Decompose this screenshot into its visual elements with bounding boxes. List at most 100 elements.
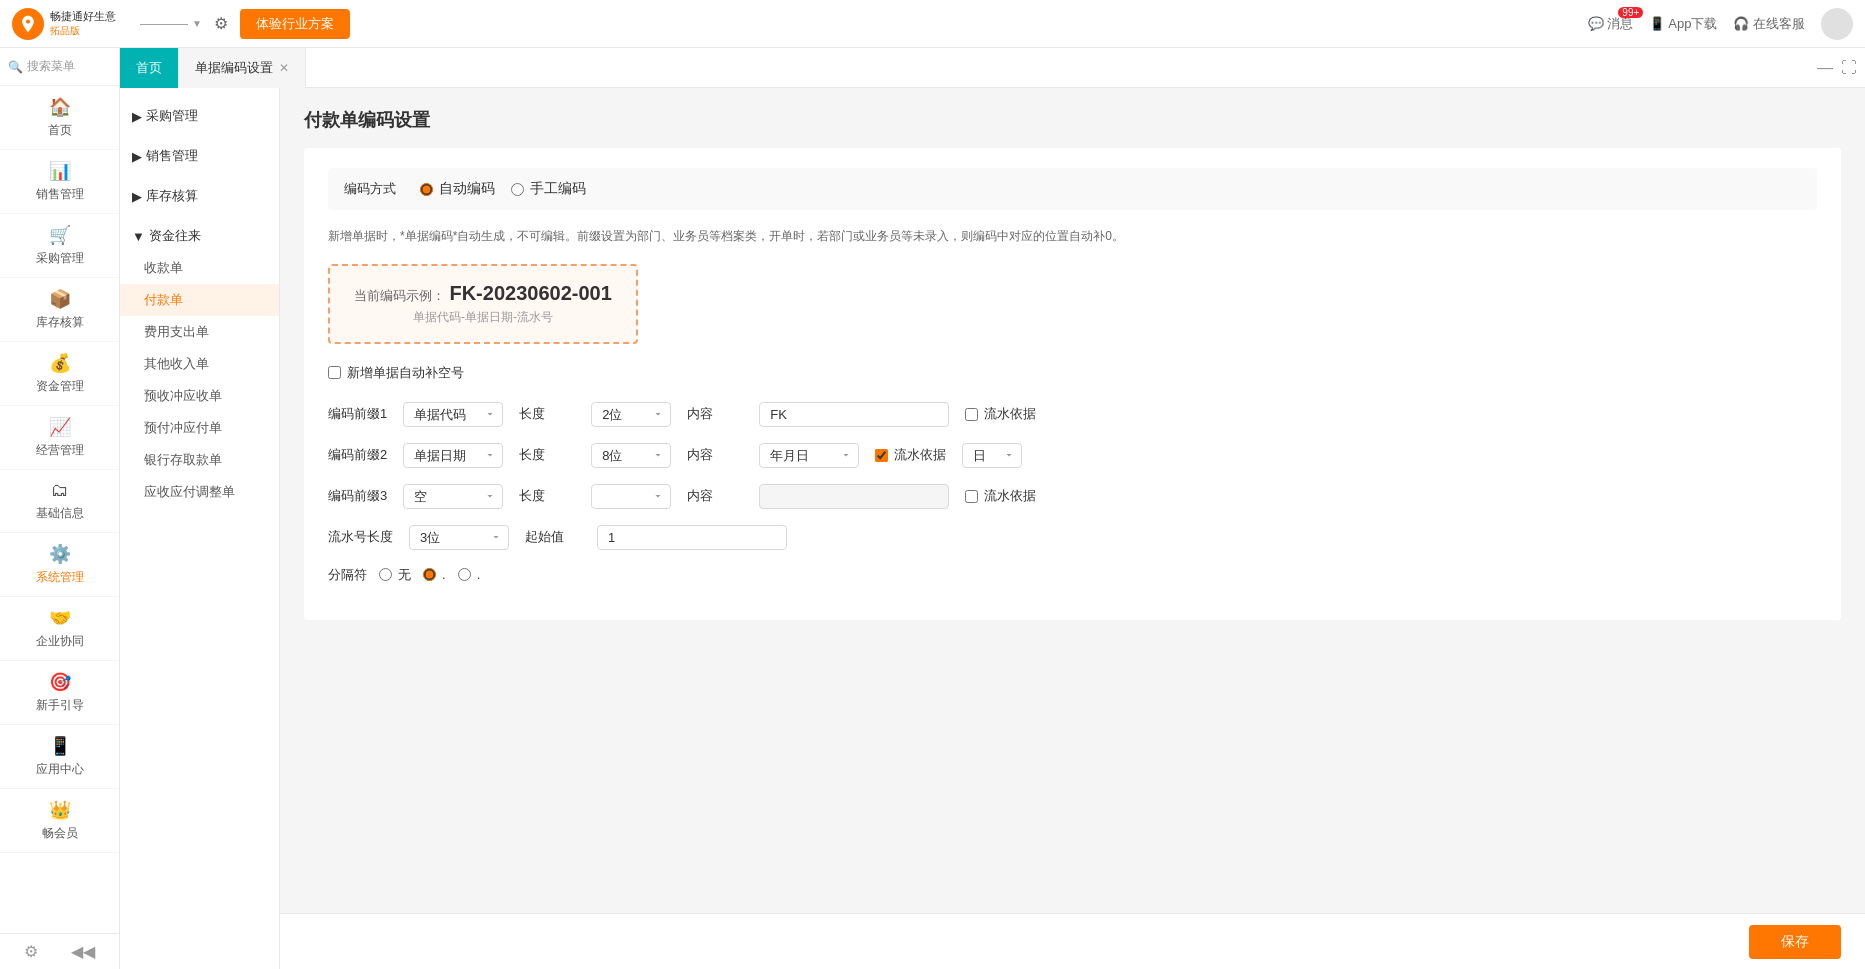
serial2-unit-select[interactable]: 日 (962, 443, 1022, 468)
trial-button[interactable]: 体验行业方案 (240, 9, 350, 39)
sub-item-ap-adjust[interactable]: 应收应付调整单 (120, 476, 279, 508)
start-value-input[interactable] (597, 525, 787, 550)
prefix1-select[interactable]: 单据代码 (403, 402, 503, 427)
auto-fill-checkbox[interactable] (328, 366, 341, 379)
sep-dot-option[interactable]: . (423, 567, 446, 582)
sub-item-prepay-payment[interactable]: 预付冲应付单 (120, 412, 279, 444)
prefix2-select[interactable]: 单据日期 (403, 443, 503, 468)
sep-dot-radio[interactable] (423, 568, 436, 581)
sub-item-expense[interactable]: 费用支出单 (120, 316, 279, 348)
sidebar-item-newguide[interactable]: 🎯 新手引导 (0, 661, 119, 725)
sep-none-radio[interactable] (379, 568, 392, 581)
auto-encode-radio[interactable] (420, 183, 433, 196)
sub-item-receipt[interactable]: 收款单 (120, 252, 279, 284)
online-service[interactable]: 🎧 在线客服 (1733, 15, 1805, 33)
sidebar-item-appcenter[interactable]: 📱 应用中心 (0, 725, 119, 789)
tab-close-icon[interactable]: ✕ (279, 61, 289, 75)
message-area[interactable]: 💬 消息 99+ (1588, 15, 1634, 33)
manual-encode-option[interactable]: 手工编码 (511, 180, 586, 198)
message-label: 消息 (1607, 16, 1633, 31)
sidebar-item-base[interactable]: 🗂 基础信息 (0, 470, 119, 533)
serial1-checkbox-label[interactable]: 流水依据 (965, 405, 1036, 423)
member-icon: 👑 (49, 799, 71, 821)
sidebar-item-business[interactable]: 📈 经营管理 (0, 406, 119, 470)
user-avatar[interactable] (1821, 8, 1853, 40)
sidebar-item-member[interactable]: 👑 畅会员 (0, 789, 119, 853)
encoding-type-row: 编码方式 自动编码 手工编码 (328, 168, 1817, 210)
headset-icon: 🎧 (1733, 16, 1749, 31)
content3-input[interactable] (759, 484, 949, 509)
sidebar-item-home[interactable]: 🏠 首页 (0, 86, 119, 150)
sub-item-payment[interactable]: 付款单 (120, 284, 279, 316)
sub-header-inventory[interactable]: ▶ 库存核算 (120, 180, 279, 212)
sub-item-bank-deposit[interactable]: 银行存取款单 (120, 444, 279, 476)
prefix1-label: 编码前缀1 (328, 405, 387, 423)
sidebar-item-label: 基础信息 (36, 505, 84, 522)
sep-none-label: 无 (398, 566, 411, 584)
content2-select[interactable]: 年月日 (759, 443, 859, 468)
sidebar-item-finance[interactable]: 💰 资金管理 (0, 342, 119, 406)
sidebar-item-sales[interactable]: 📊 销售管理 (0, 150, 119, 214)
sidebar-item-label: 库存核算 (36, 314, 84, 331)
main-layout: 🔍 搜索菜单 🏠 首页 📊 销售管理 🛒 采购管理 📦 库存核算 💰 资金管理 … (0, 48, 1865, 969)
serial-length-select[interactable]: 3位 (409, 525, 509, 550)
sub-header-sales[interactable]: ▶ 销售管理 (120, 140, 279, 172)
content3-label: 内容 (687, 487, 743, 505)
serial2-checkbox-label[interactable]: 流水依据 (875, 446, 946, 464)
sep-custom-label: . (477, 567, 481, 582)
chevron-down-icon: ▼ (192, 18, 202, 29)
length1-select[interactable]: 2位 (591, 402, 671, 427)
system-icon: ⚙️ (49, 543, 71, 565)
serial1-checkbox[interactable] (965, 408, 978, 421)
save-button[interactable]: 保存 (1749, 925, 1841, 959)
sub-header-purchase[interactable]: ▶ 采购管理 (120, 100, 279, 132)
encoding-type-label: 编码方式 (344, 180, 396, 198)
business-icon: 📈 (49, 416, 71, 438)
tab-encoding[interactable]: 单据编码设置 ✕ (179, 48, 306, 88)
content1-input[interactable] (759, 402, 949, 427)
tab-expand-icon[interactable]: ⛶ (1841, 59, 1857, 77)
sidebar-item-label: 资金管理 (36, 378, 84, 395)
purchase-icon: 🛒 (49, 224, 71, 246)
hint-text: 新增单据时，*单据编码*自动生成，不可编辑。前缀设置为部门、业务员等档案类，开单… (328, 226, 1817, 248)
serial2-checkbox[interactable] (875, 449, 888, 462)
top-header: 畅捷通好生意 拓品版 ———— ▼ ⚙ 体验行业方案 💬 消息 99+ 📱 Ap… (0, 0, 1865, 48)
prefix-row-2: 编码前缀2 单据日期 长度 8位 内容 年月日 (328, 443, 1817, 468)
header-dropdown[interactable]: ———— ▼ (140, 17, 202, 31)
length3-select[interactable] (591, 484, 671, 509)
sidebar-item-purchase[interactable]: 🛒 采购管理 (0, 214, 119, 278)
chevron-right-icon: ▶ (132, 149, 142, 164)
code-preview-sub: 单据代码-单据日期-流水号 (354, 309, 612, 326)
sidebar-item-system[interactable]: ⚙️ 系统管理 (0, 533, 119, 597)
content-area: ▶ 采购管理 ▶ 销售管理 ▶ 库存核算 (120, 88, 1865, 969)
length2-select[interactable]: 8位 (591, 443, 671, 468)
manual-encode-radio[interactable] (511, 183, 524, 196)
serial3-checkbox-label[interactable]: 流水依据 (965, 487, 1036, 505)
sub-header-capital[interactable]: ▼ 资金往来 (120, 220, 279, 252)
gear-icon[interactable]: ⚙ (214, 14, 228, 33)
sep-custom-radio[interactable] (458, 568, 471, 581)
auto-encode-option[interactable]: 自动编码 (420, 180, 495, 198)
sidebar-item-inventory[interactable]: 📦 库存核算 (0, 278, 119, 342)
tab-bar-right: — ⛶ (1817, 59, 1865, 77)
auto-fill-checkbox-label[interactable]: 新增单据自动补空号 (328, 364, 464, 382)
tab-minimize-icon[interactable]: — (1817, 59, 1833, 77)
sidebar-item-label: 企业协同 (36, 633, 84, 650)
sub-item-prepay-receivable[interactable]: 预收冲应收单 (120, 380, 279, 412)
sep-custom-option[interactable]: . (458, 567, 481, 582)
length1-label: 长度 (519, 405, 575, 423)
prefix3-select[interactable]: 空 (403, 484, 503, 509)
search-icon: 🔍 (8, 60, 23, 74)
sidebar-item-coop[interactable]: 🤝 企业协同 (0, 597, 119, 661)
collapse-icon[interactable]: ◀◀ (71, 942, 95, 961)
sep-none-option[interactable]: 无 (379, 566, 411, 584)
tab-home[interactable]: 首页 (120, 48, 179, 88)
sub-item-other-income[interactable]: 其他收入单 (120, 348, 279, 380)
chevron-right-icon: ▶ (132, 109, 142, 124)
serial3-checkbox[interactable] (965, 490, 978, 503)
app-download[interactable]: 📱 App下载 (1649, 15, 1717, 33)
settings-icon[interactable]: ⚙ (24, 942, 38, 961)
logo-sub: 拓品版 (50, 24, 116, 38)
sidebar-search[interactable]: 🔍 搜索菜单 (0, 48, 119, 86)
length2-label: 长度 (519, 446, 575, 464)
